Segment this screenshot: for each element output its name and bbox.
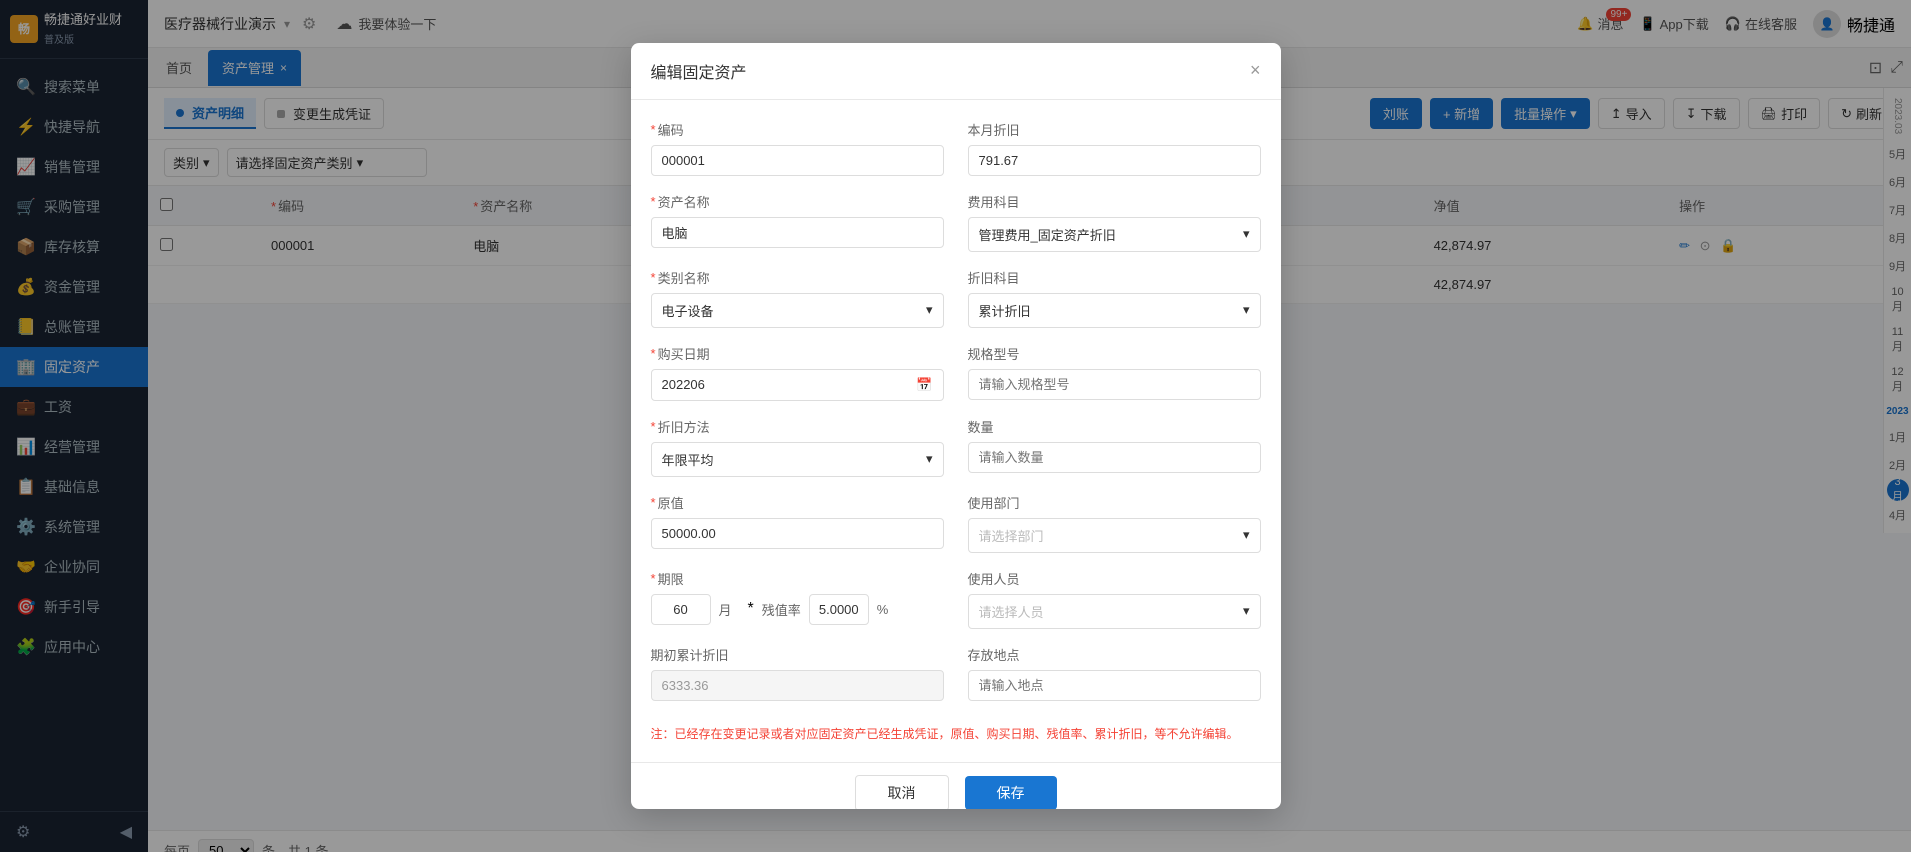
modal-note: 注：已经存在变更记录或者对应固定资产已经生成凭证，原值、购买日期、残值率、累计折… (651, 717, 1261, 742)
period-row: 月 * 残值率 % (651, 594, 944, 625)
form-group-expense-account: 费用科目 管理费用_固定资产折旧 ▾ (968, 192, 1261, 252)
modal-footer: 取消 保存 (631, 762, 1281, 810)
residual-unit: % (877, 602, 889, 617)
period-unit: 月 (719, 600, 732, 619)
user-select[interactable]: 请选择人员 ▾ (968, 594, 1261, 629)
save-button[interactable]: 保存 (965, 776, 1057, 810)
purchase-date-label: * 购买日期 (651, 344, 944, 363)
quantity-label: 数量 (968, 417, 1261, 436)
original-value-label: * 原值 (651, 493, 944, 512)
form-group-depr-account: 折旧科目 累计折旧 ▾ (968, 268, 1261, 328)
form-group-depr-method: * 折旧方法 年限平均 ▾ (651, 417, 944, 477)
modal-header: 编辑固定资产 × (631, 43, 1281, 100)
category-dropdown: ▾ (926, 302, 933, 318)
form-group-code: * 编码 (651, 120, 944, 176)
depr-method-label: * 折旧方法 (651, 417, 944, 436)
category-value: 电子设备 (662, 301, 714, 320)
current-depr-label: 本月折旧 (968, 120, 1261, 139)
quantity-input[interactable] (968, 442, 1261, 473)
asset-name-label: * 资产名称 (651, 192, 944, 211)
calendar-icon: 📅 (916, 377, 932, 393)
dept-select[interactable]: 请选择部门 ▾ (968, 518, 1261, 553)
modal-overlay: 编辑固定资产 × * 编码 本月折旧 * (0, 0, 1911, 852)
expense-account-value: 管理费用_固定资产折旧 (979, 225, 1116, 244)
cancel-button[interactable]: 取消 (855, 775, 949, 810)
residual-rate-label: 残值率 (762, 600, 801, 619)
form-group-location: 存放地点 (968, 645, 1261, 701)
spec-input[interactable] (968, 369, 1261, 400)
form-group-asset-name: * 资产名称 (651, 192, 944, 252)
period-input[interactable] (651, 594, 711, 625)
depr-account-label: 折旧科目 (968, 268, 1261, 287)
depr-method-select[interactable]: 年限平均 ▾ (651, 442, 944, 477)
dept-dropdown: ▾ (1243, 527, 1250, 543)
user-dropdown: ▾ (1243, 603, 1250, 619)
purchase-date-picker[interactable]: 202206 📅 (651, 369, 944, 401)
user-label: 使用人员 (968, 569, 1261, 588)
period-label: * 期限 (651, 569, 944, 588)
modal-title: 编辑固定资产 (651, 59, 747, 83)
form-group-spec: 规格型号 (968, 344, 1261, 401)
current-depr-input[interactable] (968, 145, 1261, 176)
spec-label: 规格型号 (968, 344, 1261, 363)
dept-label: 使用部门 (968, 493, 1261, 512)
modal-close-btn[interactable]: × (1250, 60, 1261, 81)
depr-account-select[interactable]: 累计折旧 ▾ (968, 293, 1261, 328)
user-placeholder: 请选择人员 (979, 602, 1044, 621)
form-group-current-depr: 本月折旧 (968, 120, 1261, 176)
edit-asset-modal: 编辑固定资产 × * 编码 本月折旧 * (631, 43, 1281, 810)
depr-method-value: 年限平均 (662, 450, 714, 469)
depr-method-dropdown: ▾ (926, 451, 933, 467)
form-group-period-accum-depr: 期初累计折旧 (651, 645, 944, 701)
form-group-purchase-date: * 购买日期 202206 📅 (651, 344, 944, 401)
location-input[interactable] (968, 670, 1261, 701)
form-group-user: 使用人员 请选择人员 ▾ (968, 569, 1261, 629)
original-value-input[interactable] (651, 518, 944, 549)
modal-body: * 编码 本月折旧 * 资产名称 (631, 100, 1281, 762)
form-group-category: * 类别名称 电子设备 ▾ (651, 268, 944, 328)
category-label: * 类别名称 (651, 268, 944, 287)
category-select[interactable]: 电子设备 ▾ (651, 293, 944, 328)
form-group-period: * 期限 月 * 残值率 % (651, 569, 944, 629)
asset-name-input[interactable] (651, 217, 944, 248)
form-group-quantity: 数量 (968, 417, 1261, 477)
depr-account-dropdown: ▾ (1243, 302, 1250, 318)
code-label: * 编码 (651, 120, 944, 139)
residual-rate-input[interactable] (809, 594, 869, 625)
period-accum-depr-input (651, 670, 944, 701)
period-accum-depr-label: 期初累计折旧 (651, 645, 944, 664)
expense-account-select[interactable]: 管理费用_固定资产折旧 ▾ (968, 217, 1261, 252)
dept-placeholder: 请选择部门 (979, 526, 1044, 545)
residual-star: * (748, 600, 754, 618)
code-input[interactable] (651, 145, 944, 176)
form-group-dept: 使用部门 请选择部门 ▾ (968, 493, 1261, 553)
form-group-original-value: * 原值 (651, 493, 944, 553)
purchase-date-value: 202206 (662, 377, 705, 392)
location-label: 存放地点 (968, 645, 1261, 664)
depr-account-value: 累计折旧 (979, 301, 1031, 320)
expense-account-dropdown: ▾ (1243, 226, 1250, 242)
expense-account-label: 费用科目 (968, 192, 1261, 211)
